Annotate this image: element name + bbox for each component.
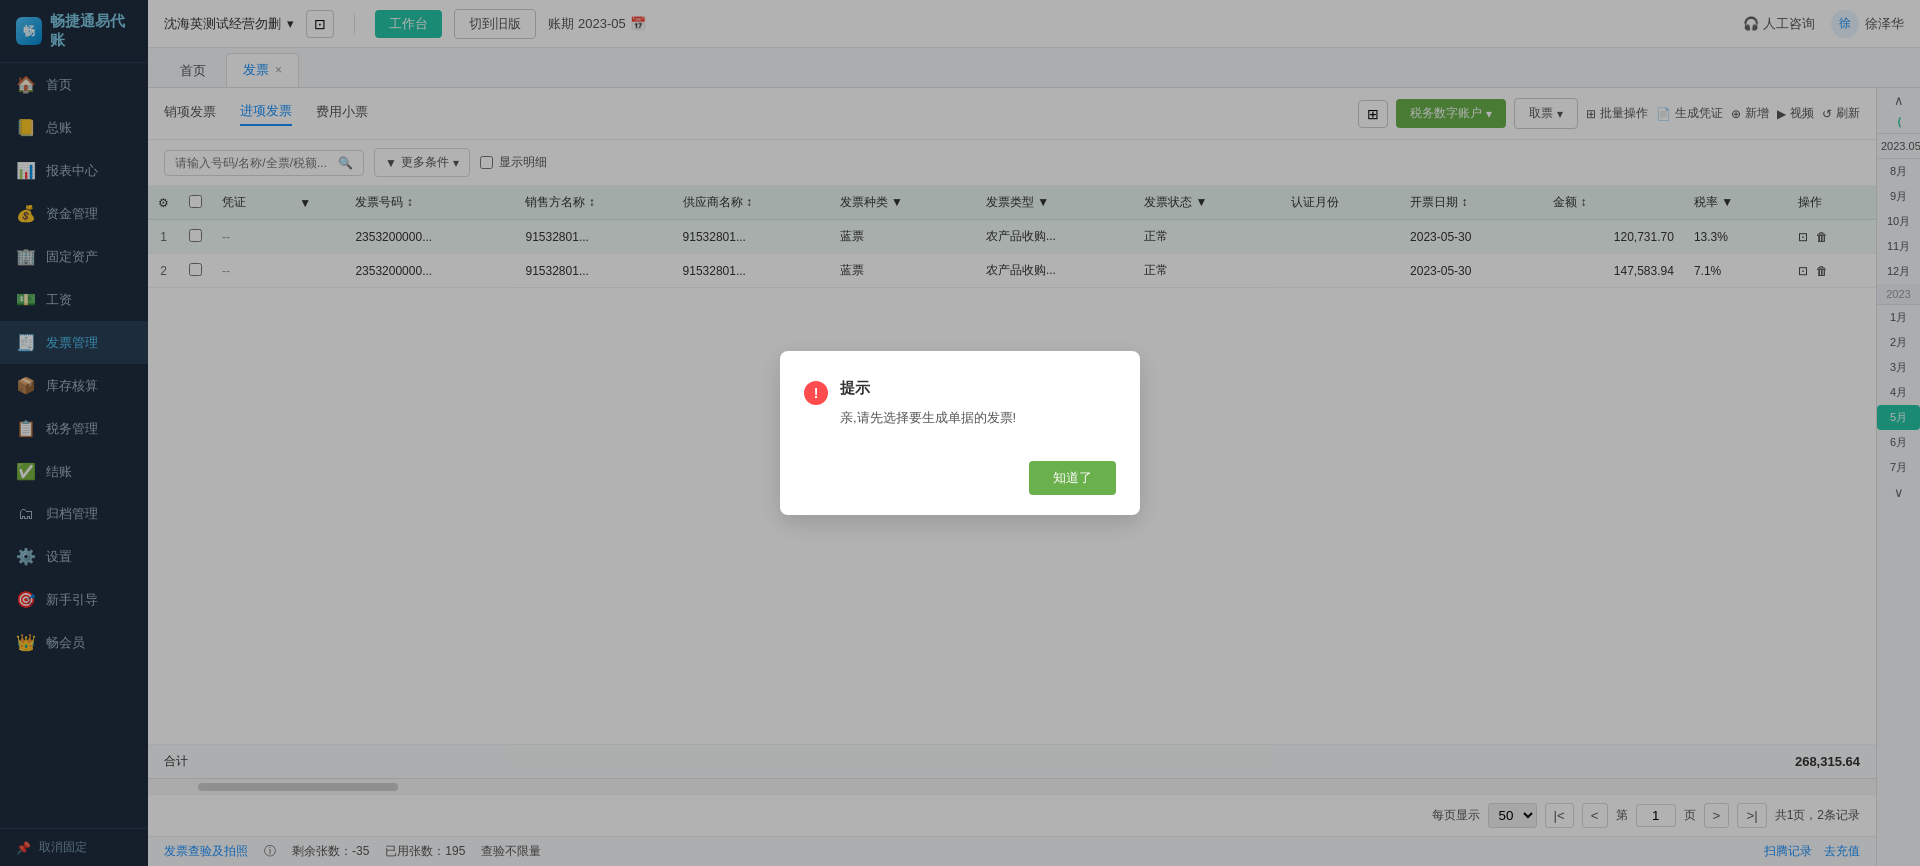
confirm-btn[interactable]: 知道了 bbox=[1029, 461, 1116, 495]
modal-overlay: ! 提示 亲,请先选择要生成单据的发票! 知道了 bbox=[0, 0, 1920, 866]
modal-body: ! 提示 亲,请先选择要生成单据的发票! bbox=[780, 351, 1140, 449]
exclamation-icon: ! bbox=[814, 385, 819, 401]
alert-modal: ! 提示 亲,请先选择要生成单据的发票! 知道了 bbox=[780, 351, 1140, 515]
modal-title: 提示 bbox=[840, 379, 1116, 398]
warning-icon: ! bbox=[804, 381, 828, 405]
modal-content: 提示 亲,请先选择要生成单据的发票! bbox=[840, 379, 1116, 429]
modal-footer: 知道了 bbox=[780, 449, 1140, 515]
modal-message: 亲,请先选择要生成单据的发票! bbox=[840, 408, 1116, 429]
